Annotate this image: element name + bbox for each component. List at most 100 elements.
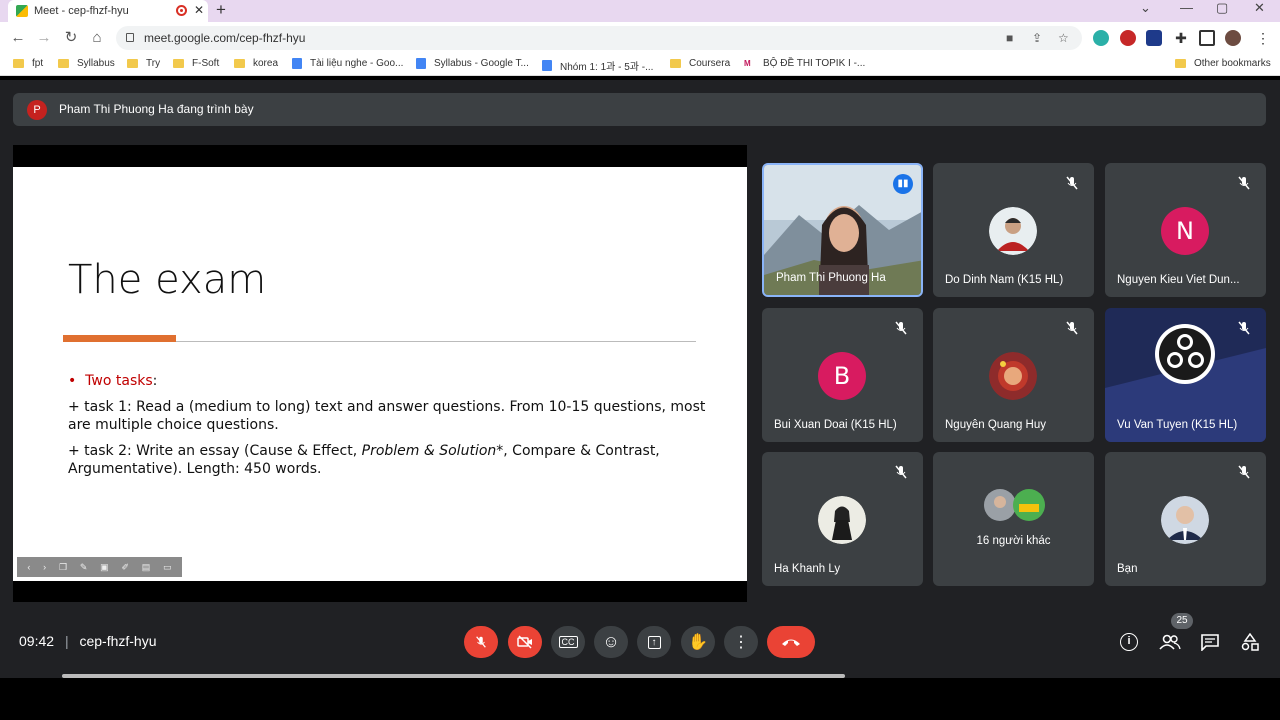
meeting-details-button[interactable]: i bbox=[1117, 630, 1141, 654]
activities-button[interactable] bbox=[1238, 630, 1262, 654]
bookmark-item[interactable]: Try bbox=[127, 58, 160, 69]
extension-red-icon[interactable] bbox=[1120, 30, 1136, 46]
mic-off-icon bbox=[895, 321, 907, 335]
participant-name: Bui Xuan Doai (K15 HL) bbox=[774, 419, 897, 431]
participant-name: Nguyen Kieu Viet Dun... bbox=[1117, 274, 1240, 286]
participant-tile[interactable]: Vu Van Tuyen (K15 HL) bbox=[1105, 308, 1266, 442]
slide-rule bbox=[176, 341, 696, 342]
highlighter-icon[interactable]: ▣ bbox=[100, 562, 109, 573]
doc-icon bbox=[542, 60, 552, 71]
browser-tab[interactable]: Meet - cep-fhzf-hyu ✕ bbox=[8, 0, 208, 22]
presenting-text: Pham Thi Phuong Ha đang trình bày bbox=[59, 102, 254, 116]
captions-button[interactable]: CC bbox=[551, 626, 585, 658]
presentation-slide[interactable]: The exam • Two tasks: + task 1: Read a (… bbox=[13, 167, 747, 581]
camera-toggle-button[interactable] bbox=[508, 626, 542, 658]
reload-icon[interactable]: ↻ bbox=[61, 28, 81, 48]
others-count: 16 người khác bbox=[976, 535, 1051, 547]
meeting-info: 09:42 | cep-fhzf-hyu bbox=[19, 633, 157, 649]
new-tab-button[interactable]: + bbox=[216, 0, 226, 20]
participant-tile[interactable]: Nguyễn Quang Huy bbox=[933, 308, 1094, 442]
bookmark-item[interactable]: fpt bbox=[13, 58, 43, 69]
bookmark-item[interactable]: Coursera bbox=[670, 58, 730, 69]
home-icon[interactable]: ⌂ bbox=[87, 28, 107, 48]
reactions-button[interactable]: ☺ bbox=[594, 626, 628, 658]
participant-tile[interactable]: Ha Khanh Ly bbox=[762, 452, 923, 586]
share-icon[interactable]: ⇪ bbox=[1032, 26, 1042, 50]
people-icon bbox=[1159, 634, 1181, 650]
raise-hand-button[interactable]: ✋ bbox=[681, 626, 715, 658]
participant-tile[interactable]: B Bui Xuan Doai (K15 HL) bbox=[762, 308, 923, 442]
leave-call-button[interactable] bbox=[767, 626, 815, 658]
extension-blue-icon[interactable] bbox=[1146, 30, 1162, 46]
menu-kebab-icon[interactable]: ⋮ bbox=[1255, 30, 1271, 46]
participant-avatar: N bbox=[1161, 207, 1209, 255]
slide-task2: + task 2: Write an essay (Cause & Effect… bbox=[68, 443, 660, 477]
recording-icon bbox=[176, 5, 187, 16]
bookmark-item[interactable]: F-Soft bbox=[173, 58, 219, 69]
next-slide-icon[interactable]: › bbox=[43, 562, 46, 572]
profile-avatar[interactable] bbox=[1225, 30, 1241, 46]
participant-name: Ha Khanh Ly bbox=[774, 563, 841, 575]
presenter-avatar: P bbox=[27, 100, 47, 120]
participant-tile[interactable]: N Nguyen Kieu Viet Dun... bbox=[1105, 163, 1266, 297]
slide-controls: ‹ › ❐ ✎ ▣ ✐ ▤ ▭ bbox=[17, 557, 182, 577]
slides-icon[interactable]: ❐ bbox=[59, 562, 67, 573]
folder-icon bbox=[127, 59, 138, 68]
participant-avatar bbox=[1161, 496, 1209, 544]
more-options-button[interactable]: ⋮ bbox=[724, 626, 758, 658]
doc-icon bbox=[416, 58, 426, 69]
presenting-banner: P Pham Thi Phuong Ha đang trình bày bbox=[13, 93, 1266, 126]
participant-tile[interactable]: ▮▮ Pham Thi Phuong Ha bbox=[762, 163, 923, 297]
back-icon[interactable]: ← bbox=[8, 28, 28, 48]
close-window-button[interactable]: ✕ bbox=[1254, 0, 1265, 16]
present-screen-icon: ↑ bbox=[647, 635, 661, 649]
bookmark-item[interactable]: Syllabus - Google T... bbox=[416, 58, 529, 69]
participant-name: Pham Thi Phuong Ha bbox=[776, 272, 886, 284]
laser-icon[interactable]: ✐ bbox=[121, 562, 129, 573]
bookmark-item[interactable]: Syllabus bbox=[58, 58, 115, 69]
pen-icon[interactable]: ✎ bbox=[80, 562, 88, 573]
side-panel-icon[interactable] bbox=[1199, 30, 1215, 46]
folder-icon bbox=[1175, 59, 1186, 68]
chat-button[interactable] bbox=[1198, 630, 1222, 654]
more-slide-icon[interactable]: ▭ bbox=[163, 562, 172, 573]
participant-tile[interactable]: Do Dinh Nam (K15 HL) bbox=[933, 163, 1094, 297]
participant-avatar bbox=[818, 496, 866, 544]
doc-icon bbox=[292, 58, 302, 69]
site-icon: M bbox=[744, 59, 751, 68]
minimize-button[interactable]: — bbox=[1180, 0, 1193, 16]
meeting-code: cep-fhzf-hyu bbox=[79, 633, 157, 649]
close-tab-icon[interactable]: ✕ bbox=[194, 3, 204, 17]
bookmark-item[interactable]: korea bbox=[234, 58, 278, 69]
forward-icon[interactable]: → bbox=[34, 28, 54, 48]
mic-toggle-button[interactable] bbox=[464, 626, 498, 658]
tab-search-icon[interactable]: ⌄ bbox=[1140, 0, 1151, 16]
speaking-indicator-icon: ▮▮ bbox=[893, 174, 913, 194]
camera-icon[interactable]: ▤ bbox=[142, 562, 151, 573]
bookmark-item[interactable]: M BỘ ĐỀ THI TOPIK I -... bbox=[744, 58, 865, 69]
bookmark-item[interactable]: Tài liệu nghe - Goo... bbox=[292, 58, 403, 69]
others-avatars bbox=[984, 489, 1045, 521]
address-bar[interactable]: meet.google.com/cep-fhzf-hyu ■ ⇪ ☆ bbox=[116, 26, 1082, 50]
other-bookmarks[interactable]: Other bookmarks bbox=[1175, 58, 1271, 69]
people-button[interactable] bbox=[1158, 630, 1182, 654]
more-vert-icon: ⋮ bbox=[733, 634, 749, 651]
horizontal-scrollbar[interactable] bbox=[62, 674, 845, 678]
slide-task1: + task 1: Read a (medium to long) text a… bbox=[68, 399, 706, 433]
prev-slide-icon[interactable]: ‹ bbox=[27, 562, 30, 572]
camera-indicator-icon[interactable]: ■ bbox=[1006, 26, 1013, 50]
others-tile[interactable]: 16 người khác bbox=[933, 452, 1094, 586]
bookmark-item[interactable]: Nhóm 1: 1과 - 5과 -... bbox=[542, 58, 653, 73]
bookmark-star-icon[interactable]: ☆ bbox=[1058, 26, 1069, 50]
extension-translate-icon[interactable] bbox=[1093, 30, 1109, 46]
maximize-button[interactable]: ▢ bbox=[1216, 0, 1228, 16]
extensions-puzzle-icon[interactable]: ✚ bbox=[1173, 30, 1189, 46]
participant-tile[interactable]: Bạn bbox=[1105, 452, 1266, 586]
lock-icon bbox=[126, 33, 134, 42]
participant-avatar: B bbox=[818, 352, 866, 400]
folder-icon bbox=[670, 59, 681, 68]
participant-name: Do Dinh Nam (K15 HL) bbox=[945, 274, 1064, 286]
slide-accent-bar bbox=[63, 335, 176, 342]
present-button[interactable]: ↑ bbox=[637, 626, 671, 658]
mic-off-icon bbox=[895, 465, 907, 479]
